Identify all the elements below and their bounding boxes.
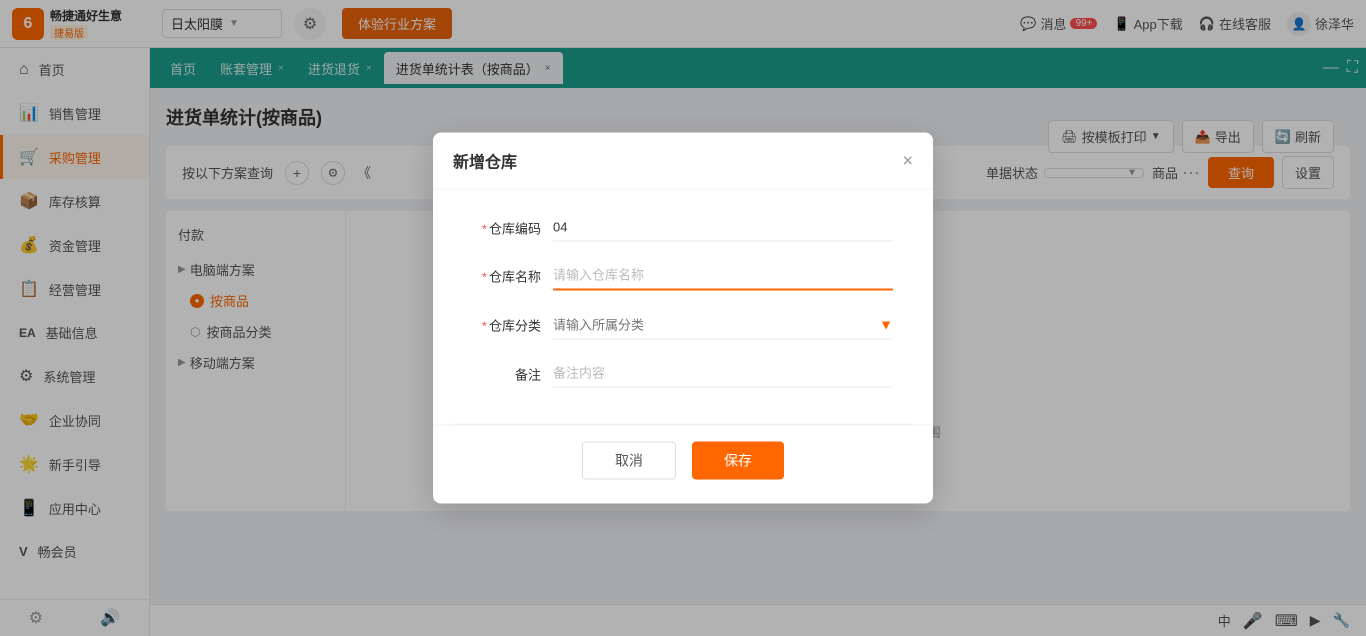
warehouse-name-row: 仓库名称: [473, 262, 893, 291]
warehouse-remark-input[interactable]: [553, 360, 893, 388]
warehouse-category-input[interactable]: [553, 317, 879, 332]
save-button[interactable]: 保存: [692, 442, 784, 480]
modal-footer: 取消 保存: [433, 425, 933, 504]
category-dropdown-icon: ▼: [879, 317, 893, 333]
modal-close-button[interactable]: ×: [902, 152, 913, 170]
warehouse-name-label: 仓库名称: [473, 267, 553, 286]
warehouse-code-input[interactable]: [553, 214, 893, 242]
warehouse-remark-label: 备注: [473, 364, 553, 383]
warehouse-category-row: 仓库分类 ▼: [473, 311, 893, 340]
warehouse-code-label: 仓库编码: [473, 218, 553, 237]
new-warehouse-modal: 新增仓库 × 仓库编码 仓库名称 仓库分类 ▼ 备注 取消 保: [433, 133, 933, 504]
warehouse-category-select[interactable]: ▼: [553, 311, 893, 340]
warehouse-name-input[interactable]: [553, 262, 893, 291]
cancel-button[interactable]: 取消: [582, 442, 676, 480]
modal-title: 新增仓库: [453, 149, 517, 173]
warehouse-code-row: 仓库编码: [473, 214, 893, 242]
warehouse-remark-row: 备注: [473, 360, 893, 388]
warehouse-category-label: 仓库分类: [473, 316, 553, 335]
modal-body: 仓库编码 仓库名称 仓库分类 ▼ 备注: [433, 190, 933, 424]
modal-header: 新增仓库 ×: [433, 133, 933, 190]
